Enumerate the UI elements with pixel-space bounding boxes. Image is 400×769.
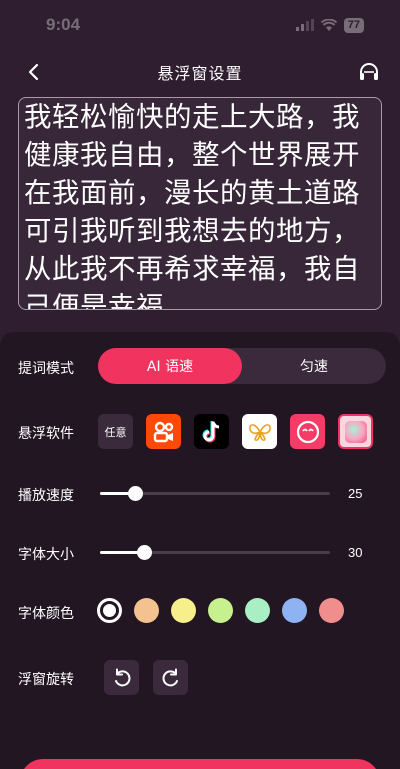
settings-panel: 提词模式 AI 语速 匀速 悬浮软件 任意 播放速度 25 字体大小 30 字体… [0,332,400,769]
apps-label: 悬浮软件 [18,426,74,442]
font-color-label: 字体颜色 [18,606,74,622]
kuaishou-app-icon[interactable] [146,414,181,449]
prompt-text: 我轻松愉快的走上大路，我健康我自由，整个世界展开在我面前，漫长的黄土道路可引我听… [24,101,360,310]
slider-thumb[interactable] [136,545,152,560]
bottom-action-button[interactable] [20,759,380,769]
meitu-app-icon[interactable] [290,414,325,449]
slider-thumb[interactable] [127,486,143,501]
color-swatch[interactable] [134,598,159,623]
rotate-left-button[interactable] [104,660,139,695]
rotate-left-icon [114,668,130,686]
color-swatch[interactable] [245,598,270,623]
wifi-icon [320,19,337,31]
butterfly-app-icon[interactable] [242,414,277,449]
color-swatch-selected[interactable] [97,598,122,623]
status-bar: 9:04 77 [0,0,400,50]
chevron-left-icon[interactable] [24,62,44,82]
rotate-right-icon [162,668,178,686]
color-swatch-list [97,598,344,623]
page-title: 悬浮窗设置 [157,64,243,83]
status-icons: 77 [295,17,364,33]
tiktok-app-icon[interactable] [194,414,229,449]
speed-slider[interactable] [100,483,330,503]
battery-indicator: 77 [343,17,364,33]
mode-switch: AI 语速 匀速 [98,348,386,384]
font-size-label: 字体大小 [18,547,74,563]
color-swatch[interactable] [282,598,307,623]
color-swatch[interactable] [171,598,196,623]
font-size-value: 30 [348,545,363,560]
swatch-dot [103,604,116,617]
color-swatch[interactable] [319,598,344,623]
rotate-right-button[interactable] [153,660,188,695]
color-swatch[interactable] [208,598,233,623]
headset-icon[interactable] [358,61,380,83]
status-time: 9:04 [46,15,81,34]
rotation-controls [104,660,188,695]
gradient-app-icon[interactable] [338,414,373,449]
nav-bar: 悬浮窗设置 [0,52,400,92]
signal-icon [295,19,314,31]
speed-label: 播放速度 [18,488,74,504]
rotation-label: 浮窗旋转 [18,672,74,688]
app-any-option[interactable]: 任意 [98,414,133,449]
mode-option-ai-speed[interactable]: AI 语速 [98,348,242,384]
font-size-slider[interactable] [100,542,330,562]
prompt-preview-box[interactable]: 我轻松愉快的走上大路，我健康我自由，整个世界展开在我面前，漫长的黄土道路可引我听… [18,97,382,310]
app-list: 任意 [98,414,373,449]
speed-value: 25 [348,486,363,501]
mode-option-uniform-speed[interactable]: 匀速 [242,348,386,384]
mode-label: 提词模式 [18,361,74,377]
